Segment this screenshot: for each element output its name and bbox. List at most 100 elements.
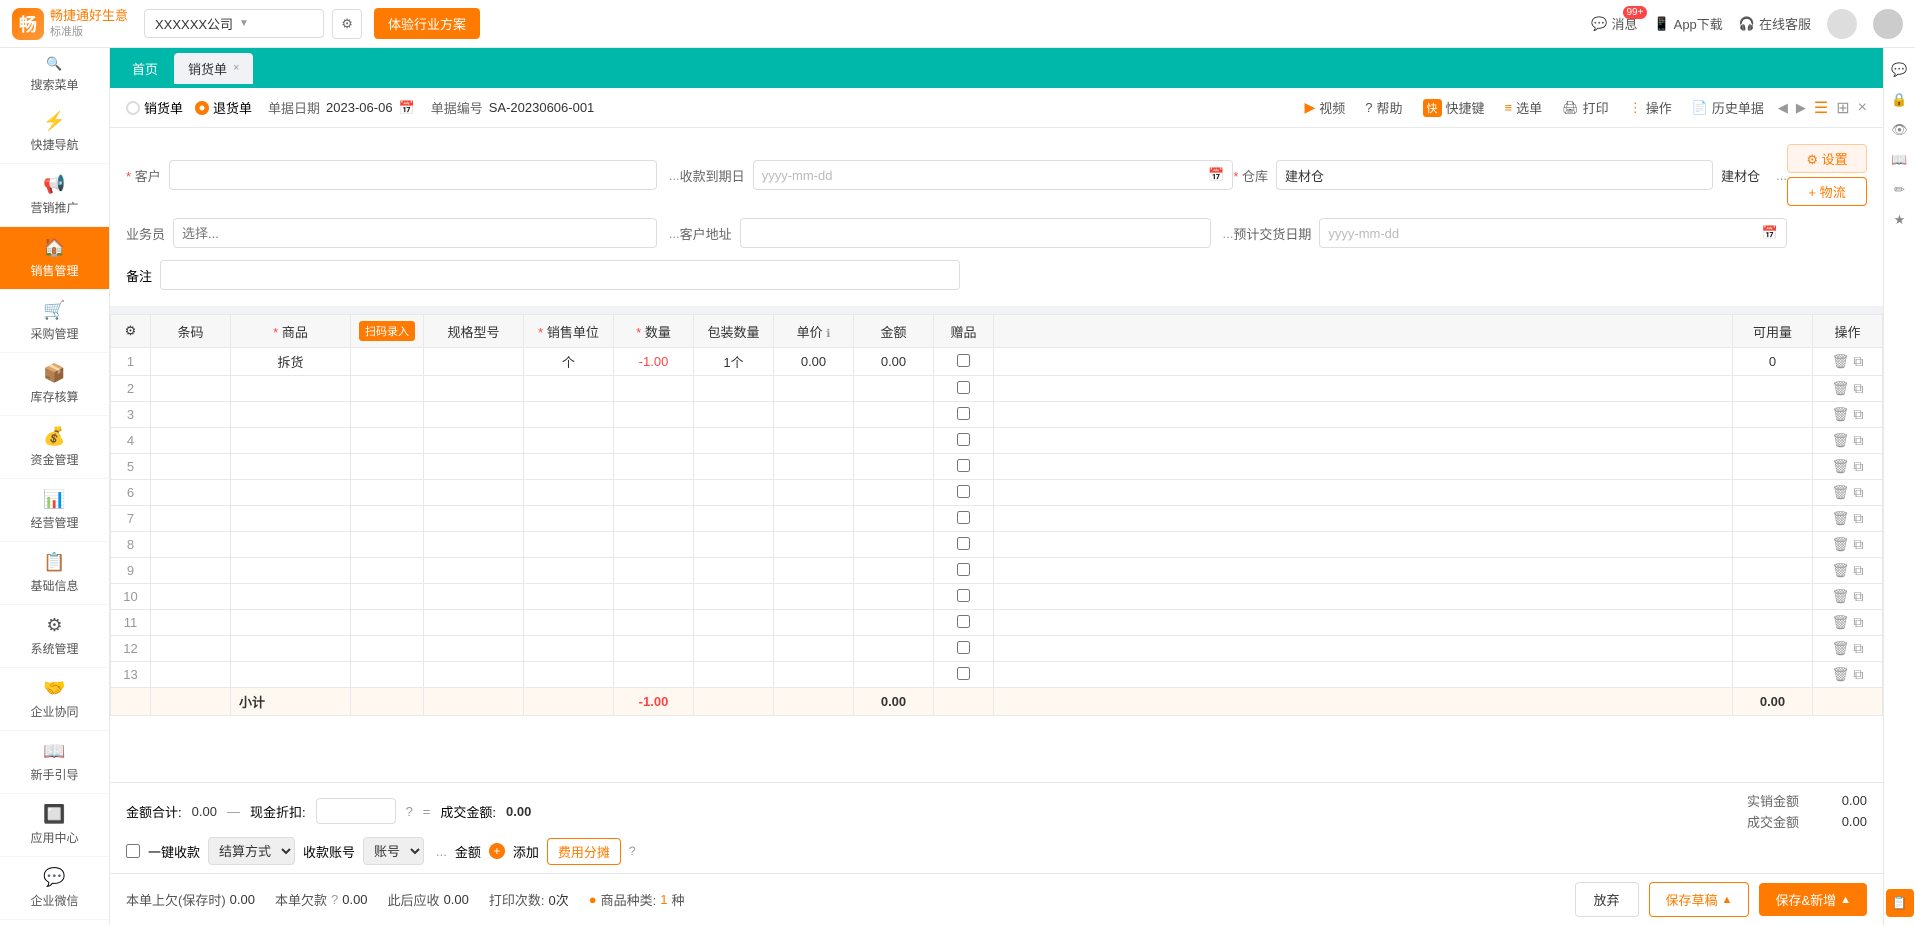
- cash-discount-input[interactable]: [316, 798, 396, 824]
- online-service-button[interactable]: 🎧 在线客服: [1739, 14, 1811, 33]
- account-select[interactable]: 账号: [363, 837, 424, 865]
- question-icon-debit[interactable]: ?: [331, 892, 338, 907]
- radio-sale[interactable]: 销货单: [126, 98, 183, 117]
- customer-addr-input[interactable]: [740, 218, 1211, 248]
- history-button[interactable]: 📄 历史单据: [1686, 96, 1770, 119]
- quick-pay-checkbox[interactable]: [126, 844, 140, 858]
- copy-icon[interactable]: ⧉: [1853, 640, 1863, 657]
- delete-icon[interactable]: 🗑: [1832, 640, 1850, 657]
- payment-method-select[interactable]: 结算方式: [208, 837, 295, 865]
- copy-icon[interactable]: ⧉: [1853, 588, 1863, 605]
- delete-icon[interactable]: 🗑: [1832, 406, 1850, 423]
- delete-icon[interactable]: 🗑: [1832, 510, 1850, 527]
- help-button[interactable]: ? 帮助: [1359, 96, 1408, 119]
- question-icon[interactable]: ?: [406, 804, 413, 819]
- sidebar-item-purchase[interactable]: 🛒 采购管理: [0, 290, 109, 353]
- copy-icon[interactable]: ⧉: [1853, 380, 1863, 397]
- customer-input[interactable]: [169, 160, 657, 190]
- copy-icon[interactable]: ⧉: [1853, 484, 1863, 501]
- message-button[interactable]: 💬 消息 99+: [1591, 14, 1637, 33]
- sidebar-item-marketing[interactable]: 📢 营销推广: [0, 164, 109, 227]
- grid-view-icon[interactable]: ⊞: [1836, 98, 1849, 118]
- radio-return[interactable]: 退货单: [195, 98, 252, 117]
- sidebar-search[interactable]: 🔍 搜索菜单: [0, 48, 109, 101]
- account-dots[interactable]: ...: [436, 844, 447, 859]
- sidebar-item-system[interactable]: ⚙ 系统管理: [0, 605, 109, 668]
- copy-icon[interactable]: ⧉: [1853, 458, 1863, 475]
- delete-icon[interactable]: 🗑: [1832, 432, 1850, 449]
- copy-icon[interactable]: ⧉: [1853, 432, 1863, 449]
- nav-prev-icon[interactable]: ◀: [1778, 100, 1788, 116]
- save-new-button[interactable]: 保存&新增 ▲: [1759, 883, 1867, 916]
- list-view-icon[interactable]: ☰: [1814, 98, 1828, 118]
- sidebar-item-enterprise[interactable]: 🤝 企业协同: [0, 668, 109, 731]
- add-payment-button[interactable]: +: [489, 843, 505, 859]
- sidebar-item-membership[interactable]: 👑 畅会员: [0, 920, 109, 925]
- save-draft-button[interactable]: 保存草稿 ▲: [1649, 882, 1750, 917]
- avatar[interactable]: [1827, 9, 1857, 39]
- delete-icon[interactable]: 🗑: [1832, 562, 1850, 579]
- right-panel-chat[interactable]: 💬: [1886, 56, 1914, 84]
- copy-icon[interactable]: ⧉: [1853, 562, 1863, 579]
- sidebar-item-basic[interactable]: 📋 基础信息: [0, 542, 109, 605]
- delivery-date-input[interactable]: yyyy-mm-dd 📅: [1319, 218, 1787, 248]
- shortcut-button[interactable]: 快 快捷键: [1417, 96, 1491, 119]
- copy-icon[interactable]: ⧉: [1853, 614, 1863, 631]
- delete-icon[interactable]: 🗑: [1832, 458, 1850, 475]
- sidebar-item-ops[interactable]: 📊 经营管理: [0, 479, 109, 542]
- salesperson-dots[interactable]: ...: [669, 226, 680, 241]
- copy-icon[interactable]: ⧉: [1853, 406, 1863, 423]
- pick-button[interactable]: ≡ 选单: [1499, 96, 1549, 119]
- sidebar-item-guide[interactable]: 📖 新手引导: [0, 731, 109, 794]
- operation-button[interactable]: ⋮ 操作: [1623, 96, 1678, 119]
- right-panel-book[interactable]: 📖: [1886, 146, 1914, 174]
- nav-next-icon[interactable]: ▶: [1796, 100, 1806, 116]
- tab-home[interactable]: 首页: [118, 53, 172, 84]
- tab-close-icon[interactable]: ×: [233, 62, 239, 74]
- sidebar-item-inventory[interactable]: 📦 库存核算: [0, 353, 109, 416]
- print-button[interactable]: 🖨 打印: [1556, 96, 1615, 119]
- right-panel-pen[interactable]: ✏: [1886, 176, 1914, 204]
- copy-icon[interactable]: ⧉: [1853, 353, 1863, 370]
- sidebar-item-sales[interactable]: 🏠 销售管理: [0, 227, 109, 290]
- expense-help-icon[interactable]: ?: [629, 844, 636, 858]
- avatar-2[interactable]: [1873, 9, 1903, 39]
- delete-icon[interactable]: 🗑: [1832, 666, 1850, 683]
- video-button[interactable]: ▶ 视频: [1298, 96, 1351, 119]
- expense-button[interactable]: 费用分摊: [547, 838, 621, 865]
- delete-icon[interactable]: 🗑: [1832, 588, 1850, 605]
- gear-button[interactable]: ⚙: [332, 9, 362, 39]
- copy-icon[interactable]: ⧉: [1853, 536, 1863, 553]
- delete-icon[interactable]: 🗑: [1832, 353, 1850, 370]
- notes-input[interactable]: [160, 260, 960, 290]
- addr-dots[interactable]: ...: [1223, 226, 1234, 241]
- tab-sale-order[interactable]: 销货单 ×: [174, 53, 253, 84]
- logistics-button[interactable]: + 物流: [1787, 177, 1867, 206]
- warehouse-dots[interactable]: ...: [1776, 168, 1787, 183]
- sidebar-item-app-center[interactable]: 🔲 应用中心: [0, 794, 109, 857]
- scan-button[interactable]: 扫码录入: [359, 321, 415, 341]
- app-download-button[interactable]: 📱 App下载: [1653, 14, 1722, 33]
- sidebar-item-wechat[interactable]: 💬 企业微信: [0, 857, 109, 920]
- delete-icon[interactable]: 🗑: [1832, 380, 1850, 397]
- settings-button[interactable]: ⚙ 设置: [1787, 144, 1867, 173]
- right-panel-star[interactable]: ★: [1886, 206, 1914, 234]
- config-icon[interactable]: ⚙: [125, 323, 137, 338]
- sidebar-item-finance[interactable]: 💰 资金管理: [0, 416, 109, 479]
- copy-icon[interactable]: ⧉: [1853, 510, 1863, 527]
- right-panel-eye[interactable]: 👁: [1886, 116, 1914, 144]
- delete-icon[interactable]: 🗑: [1832, 614, 1850, 631]
- right-panel-lock[interactable]: 🔒: [1886, 86, 1914, 114]
- delete-icon[interactable]: 🗑: [1832, 484, 1850, 501]
- right-panel-func[interactable]: 📋: [1886, 889, 1914, 917]
- delete-icon[interactable]: 🗑: [1832, 536, 1850, 553]
- close-button[interactable]: ×: [1858, 99, 1867, 117]
- payment-due-input[interactable]: yyyy-mm-dd 📅: [753, 160, 1234, 190]
- warehouse-input[interactable]: [1276, 160, 1713, 190]
- copy-icon[interactable]: ⧉: [1853, 666, 1863, 683]
- calendar-icon[interactable]: 📅: [399, 100, 415, 116]
- trial-button[interactable]: 体验行业方案: [374, 8, 480, 39]
- company-selector[interactable]: XXXXXX公司 ▼: [144, 9, 324, 38]
- table-container[interactable]: ⚙ 条码 * 商品 扫码录入 规格型号: [110, 314, 1883, 782]
- discard-button[interactable]: 放弃: [1575, 882, 1639, 917]
